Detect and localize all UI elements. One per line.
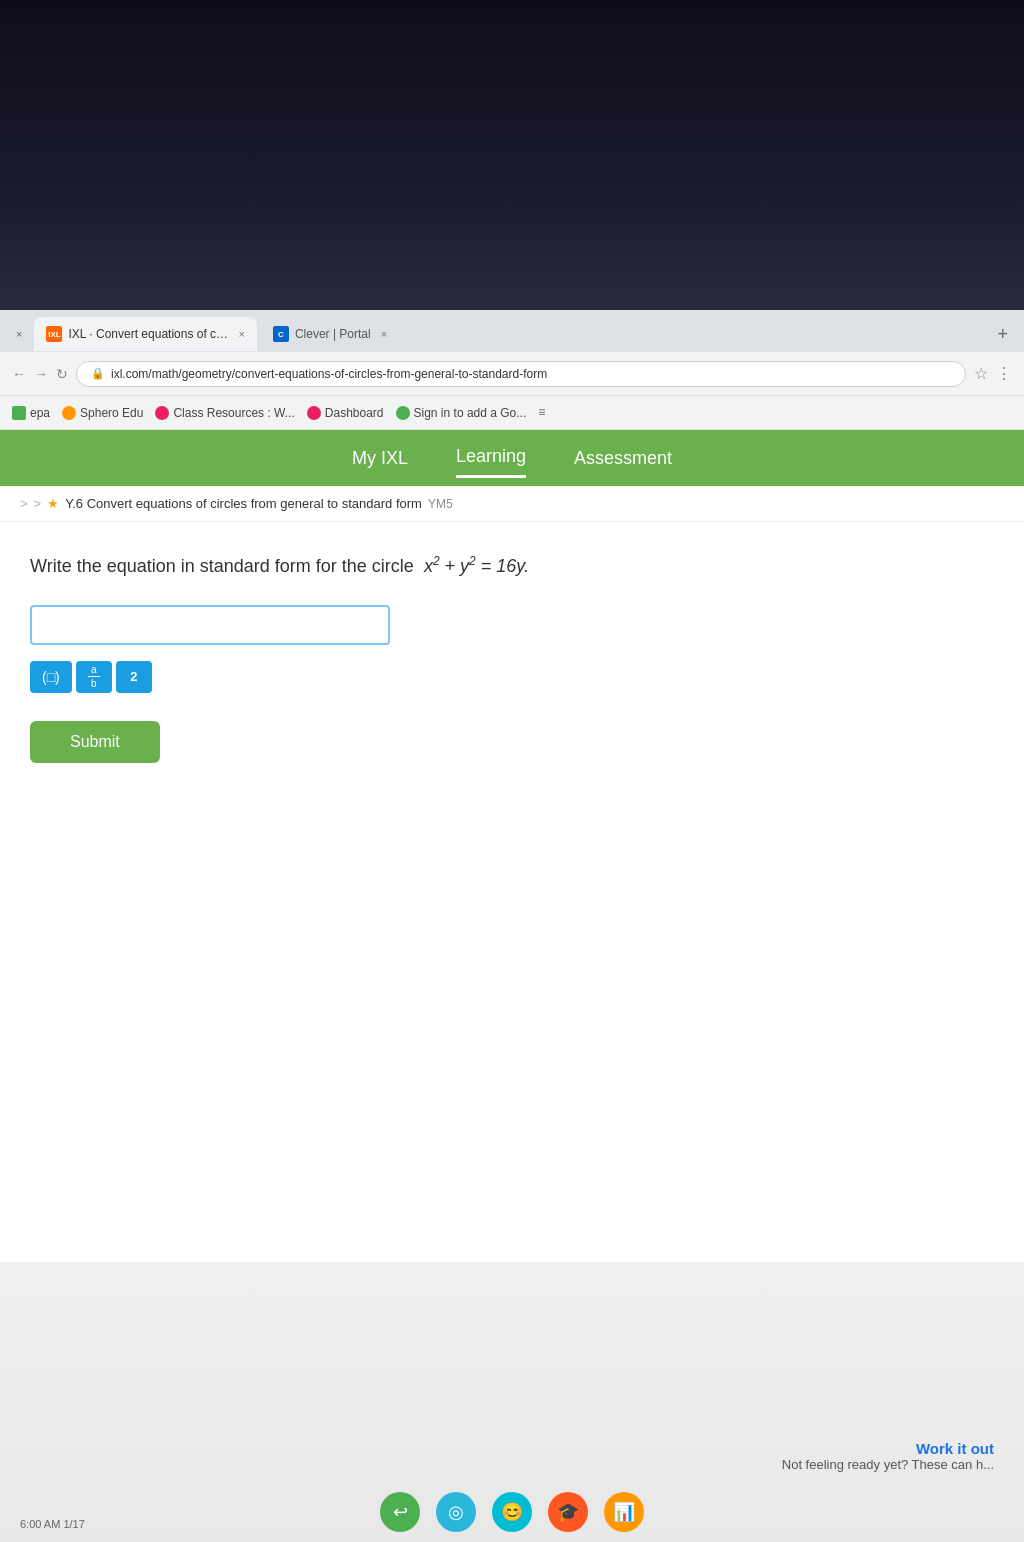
top-bezel [0, 0, 1024, 310]
bottom-toolbar: ↩ ◎ 😊 🎓 📊 [380, 1492, 644, 1532]
question-text-prefix: Write the equation in standard form for … [30, 556, 414, 576]
bookmark-sphero[interactable]: Sphero Edu [62, 406, 143, 420]
bookmarks-more-icon[interactable]: ≡ [538, 405, 554, 421]
url-input[interactable]: 🔒 ixl.com/math/geometry/convert-equation… [76, 361, 966, 387]
question-prompt: Write the equation in standard form for … [30, 552, 994, 581]
work-it-out-subtitle: Not feeling ready yet? These can h... [782, 1457, 994, 1472]
submit-button[interactable]: Submit [30, 721, 160, 763]
bookmark-epa[interactable]: epa [12, 406, 50, 420]
bookmark-dashboard-icon [307, 406, 321, 420]
tab-clever[interactable]: C Clever | Portal × [261, 317, 399, 351]
refresh-button[interactable]: ↻ [56, 366, 68, 382]
bookmark-class-label: Class Resources : W... [173, 406, 294, 420]
nav-my-ixl[interactable]: My IXL [352, 440, 408, 477]
tab-ixl[interactable]: IXL IXL · Convert equations of circ × [34, 317, 256, 351]
ixl-tab-icon: IXL [46, 326, 62, 342]
clever-tab-icon: C [273, 326, 289, 342]
bookmark-sphero-icon [62, 406, 76, 420]
bookmark-epa-label: epa [30, 406, 50, 420]
browser-chrome: × IXL IXL · Convert equations of circ × … [0, 310, 1024, 1322]
bookmark-dashboard[interactable]: Dashboard [307, 406, 384, 420]
math-btn-fraction[interactable]: a b [76, 661, 112, 693]
address-bar: ← → ↻ 🔒 ixl.com/math/geometry/convert-eq… [0, 352, 1024, 396]
forward-button[interactable]: → [34, 366, 48, 382]
bookmarks-bar: epa Sphero Edu Class Resources : W... Da… [0, 396, 1024, 430]
math-toolbar: (□) a b 2 [30, 661, 994, 693]
bookmark-sphero-label: Sphero Edu [80, 406, 143, 420]
back-button[interactable]: ← [12, 366, 26, 382]
answer-input-wrapper [30, 605, 994, 645]
bookmark-dashboard-label: Dashboard [325, 406, 384, 420]
breadcrumb: > > ★ Y.6 Convert equations of circles f… [0, 486, 1024, 522]
tab-bar: × IXL IXL · Convert equations of circ × … [0, 310, 1024, 352]
breadcrumb-label: Y.6 Convert equations of circles from ge… [65, 496, 422, 511]
main-content: Write the equation in standard form for … [0, 522, 1024, 1122]
new-tab-button[interactable]: + [989, 324, 1016, 345]
bookmark-class[interactable]: Class Resources : W... [155, 406, 294, 420]
toolbar-icon-1[interactable]: ↩ [380, 1492, 420, 1532]
toolbar-icon-4[interactable]: 🎓 [548, 1492, 588, 1532]
math-btn-squared[interactable]: 2 [116, 661, 152, 693]
bookmark-epa-icon [12, 406, 26, 420]
answer-input[interactable] [30, 605, 390, 645]
toolbar-icon-2[interactable]: ◎ [436, 1492, 476, 1532]
ixl-nav-bar: My IXL Learning Assessment [0, 430, 1024, 486]
tab-clever-close[interactable]: × [381, 328, 387, 340]
math-btn-bracket[interactable]: (□) [30, 661, 72, 693]
tab-ixl-close[interactable]: × [238, 328, 244, 340]
bookmark-signin-icon [396, 406, 410, 420]
bookmark-signin-label: Sign in to add a Go... [414, 406, 527, 420]
work-it-out-panel: Work it out Not feeling ready yet? These… [772, 1430, 1004, 1482]
nav-learning[interactable]: Learning [456, 438, 526, 478]
breadcrumb-chevron-2: > [34, 496, 42, 511]
work-it-out-title: Work it out [782, 1440, 994, 1457]
menu-dots-icon[interactable]: ⋮ [996, 364, 1012, 383]
toolbar-icon-5[interactable]: 📊 [604, 1492, 644, 1532]
breadcrumb-star-icon[interactable]: ★ [47, 496, 59, 511]
question-equation: x2 + y2 = 16y. [419, 556, 529, 576]
tab-clever-label: Clever | Portal [295, 327, 371, 341]
breadcrumb-tag: YM5 [428, 497, 453, 511]
bookmark-star-icon[interactable]: ☆ [974, 364, 988, 383]
bookmark-class-icon [155, 406, 169, 420]
secure-icon: 🔒 [91, 367, 105, 380]
bookmark-signin[interactable]: Sign in to add a Go... [396, 406, 527, 420]
toolbar-icon-3[interactable]: 😊 [492, 1492, 532, 1532]
tab-inactive-left[interactable]: × [8, 317, 30, 351]
tab-ixl-label: IXL · Convert equations of circ [68, 327, 228, 341]
url-text: ixl.com/math/geometry/convert-equations-… [111, 367, 547, 381]
timestamp: 6:00 AM 1/17 [20, 1518, 85, 1530]
bottom-area: Work it out Not feeling ready yet? These… [0, 1262, 1024, 1542]
nav-assessment[interactable]: Assessment [574, 440, 672, 477]
breadcrumb-chevron-1: > [20, 496, 28, 511]
